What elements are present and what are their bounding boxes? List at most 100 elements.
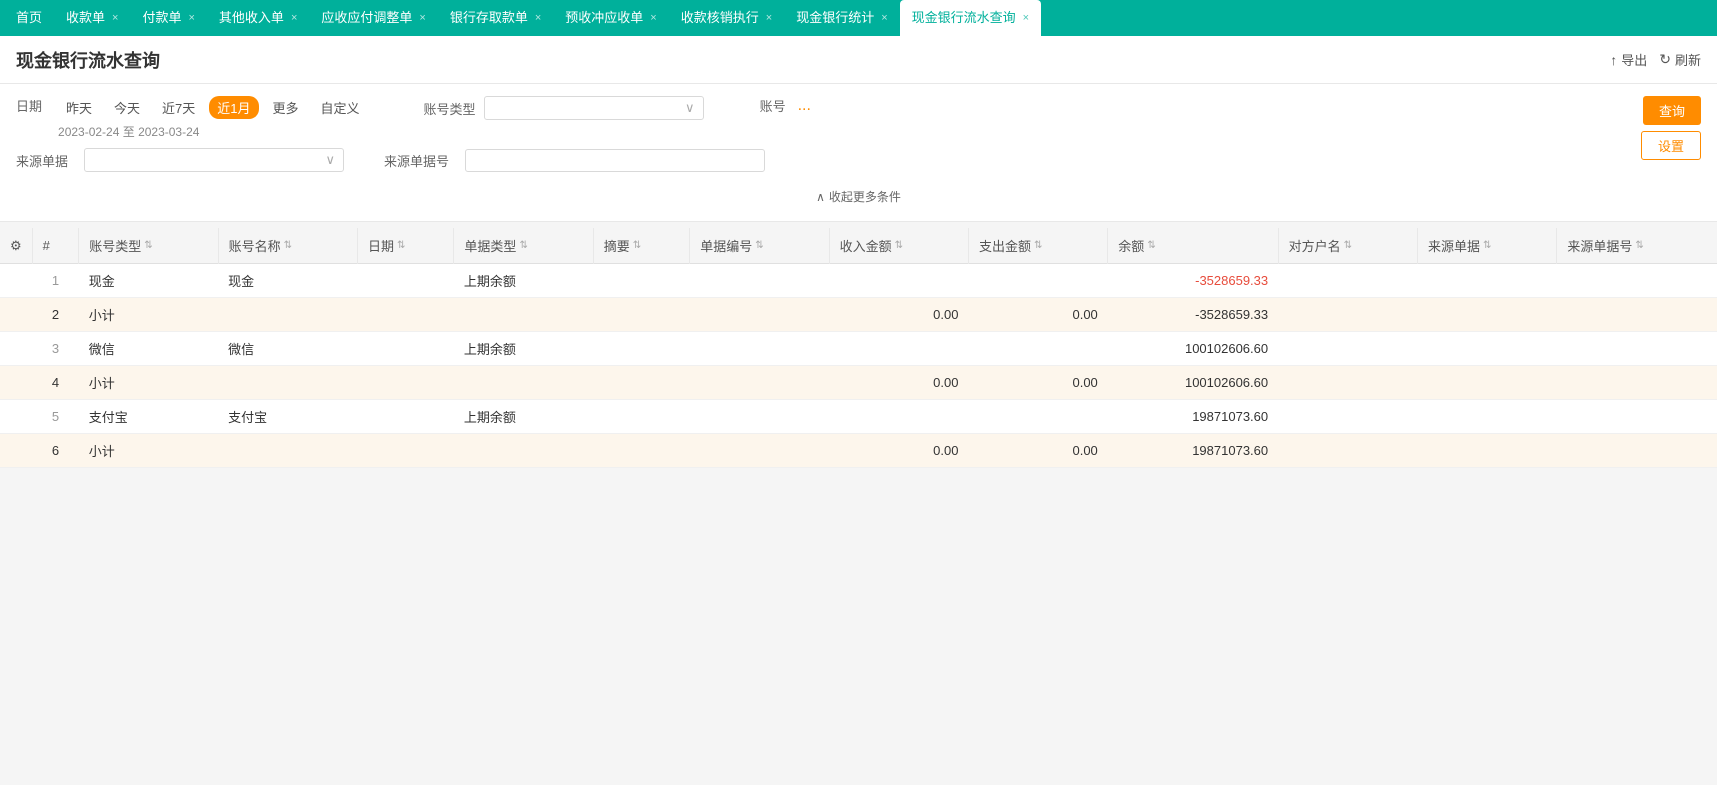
row-source-doc-no [1557,366,1717,400]
header-actions: ↑ 导出 ↻ 刷新 [1610,50,1701,69]
row-doc-type [454,298,593,332]
th-counterpart[interactable]: 对方户名⇅ [1278,228,1417,264]
th-gear[interactable]: ⚙ [0,228,32,264]
date-opt-1month[interactable]: 近1月 [209,96,258,119]
row-counterpart [1278,298,1417,332]
row-summary [593,298,689,332]
collapse-bar[interactable]: ∧ 收起更多条件 [16,184,1701,209]
row-counterpart [1278,366,1417,400]
date-opt-today[interactable]: 今天 [106,96,148,119]
nav-other-income[interactable]: 其他收入单 × [207,0,309,36]
row-seq: 3 [32,332,79,366]
table-container: ⚙ # 账号类型⇅ 账号名称⇅ 日期⇅ 单据类型⇅ 摘要⇅ [0,228,1717,468]
row-balance: 100102606.60 [1108,366,1278,400]
settings-button[interactable]: 设置 [1641,131,1701,160]
export-button[interactable]: ↑ 导出 [1610,50,1647,69]
nav-payments[interactable]: 付款单 × [130,0,206,36]
source-doc-select[interactable]: ∨ [84,148,344,172]
th-account-name[interactable]: 账号名称⇅ [218,228,357,264]
row-counterpart [1278,434,1417,468]
nav-cash-bank-stat[interactable]: 现金银行统计 × [784,0,899,36]
row-source-doc [1417,332,1556,366]
close-icon[interactable]: × [1023,0,1029,36]
close-icon[interactable]: × [112,0,118,36]
date-opt-custom[interactable]: 自定义 [313,96,368,119]
date-opt-7days[interactable]: 近7天 [154,96,203,119]
date-opt-yesterday[interactable]: 昨天 [58,96,100,119]
nav-home[interactable]: 首页 [4,0,54,36]
close-icon[interactable]: × [535,0,541,36]
account-type-label: 账号类型 [424,99,476,118]
account-ellipsis-button[interactable]: ... [794,97,815,115]
nav-cash-bank-flow[interactable]: 现金银行流水查询 × [900,0,1041,36]
th-source-doc[interactable]: 来源单据⇅ [1417,228,1556,264]
nav-receipts[interactable]: 收款单 × [54,0,130,36]
query-button[interactable]: 查询 [1643,96,1701,125]
table-header-row: ⚙ # 账号类型⇅ 账号名称⇅ 日期⇅ 单据类型⇅ 摘要⇅ [0,228,1717,264]
th-doc-no[interactable]: 单据编号⇅ [690,228,829,264]
row-doc-type: 上期余额 [454,332,593,366]
filter-actions: 查询 设置 [1641,96,1701,160]
row-source-doc-no [1557,434,1717,468]
sort-icon: ⇅ [1034,240,1042,251]
gear-icon: ⚙ [10,238,22,253]
row-doc-no [690,332,829,366]
row-account-name: 微信 [218,332,357,366]
row-balance: -3528659.33 [1108,264,1278,298]
close-icon[interactable]: × [766,0,772,36]
row-source-doc-no [1557,400,1717,434]
source-doc-num-label: 来源单据号 [384,151,449,170]
row-counterpart [1278,400,1417,434]
date-opt-more[interactable]: 更多 [265,96,307,119]
row-seq: 4 [32,366,79,400]
row-source-doc [1417,264,1556,298]
row-income: 0.00 [829,298,968,332]
row-account-type: 微信 [79,332,218,366]
row-account-name: 现金 [218,264,357,298]
export-icon: ↑ [1610,52,1617,68]
refresh-button[interactable]: ↻ 刷新 [1659,50,1701,69]
close-icon[interactable]: × [291,0,297,36]
th-balance[interactable]: 余额⇅ [1108,228,1278,264]
th-income[interactable]: 收入金额⇅ [829,228,968,264]
close-icon[interactable]: × [881,0,887,36]
nav-ar-ap-adjust[interactable]: 应收应付调整单 × [309,0,437,36]
sort-icon: ⇅ [895,240,903,251]
row-source-doc [1417,366,1556,400]
row-source-doc [1417,400,1556,434]
row-gear [0,264,32,298]
nav-receipt-verify[interactable]: 收款核销执行 × [669,0,784,36]
th-summary[interactable]: 摘要⇅ [593,228,689,264]
sort-icon: ⇅ [284,240,292,251]
th-date[interactable]: 日期⇅ [357,228,453,264]
row-date [357,434,453,468]
th-source-doc-no[interactable]: 来源单据号⇅ [1557,228,1717,264]
sort-icon: ⇅ [1344,240,1352,251]
row-doc-type [454,366,593,400]
th-account-type[interactable]: 账号类型⇅ [79,228,218,264]
close-icon[interactable]: × [419,0,425,36]
source-doc-num-input[interactable] [465,149,765,172]
nav-bank-deposit[interactable]: 银行存取款单 × [438,0,553,36]
row-balance: 100102606.60 [1108,332,1278,366]
nav-prepay-offset[interactable]: 预收冲应收单 × [553,0,668,36]
row-doc-type: 上期余额 [454,400,593,434]
th-doc-type[interactable]: 单据类型⇅ [454,228,593,264]
sort-icon: ⇅ [519,240,527,251]
row-gear [0,366,32,400]
row-account-type: 现金 [79,264,218,298]
row-gear [0,332,32,366]
row-expense [968,400,1107,434]
close-icon[interactable]: × [188,0,194,36]
th-expense[interactable]: 支出金额⇅ [968,228,1107,264]
close-icon[interactable]: × [650,0,656,36]
row-income [829,400,968,434]
date-options: 昨天 今天 近7天 近1月 更多 自定义 [58,96,368,119]
row-account-type: 小计 [79,366,218,400]
account-type-select[interactable]: ∨ [484,96,704,120]
row-summary [593,366,689,400]
date-range: 2023-02-24 至 2023-03-24 [58,123,368,140]
table-row: 6 小计 0.00 0.00 19871073.60 [0,434,1717,468]
sort-icon: ⇅ [1147,240,1155,251]
row-income [829,332,968,366]
